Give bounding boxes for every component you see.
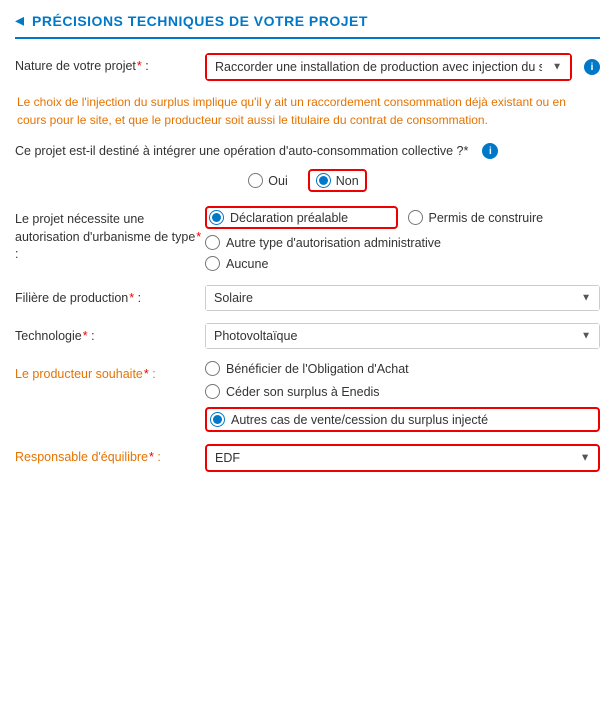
responsable-select[interactable]: EDF <box>207 446 598 470</box>
urbanisme-field: Déclaration préalable Permis de construi… <box>205 206 600 271</box>
technologie-select[interactable]: Photovoltaïque <box>206 324 599 348</box>
nature-select-wrapper: Raccorder une installation de production… <box>205 53 572 81</box>
autoconsommation-row: Ce projet est-il destiné à intégrer une … <box>15 143 600 159</box>
responsable-field: EDF ▼ <box>205 444 600 472</box>
responsable-row: Responsable d'équilibre* : EDF ▼ <box>15 444 600 472</box>
producteur-options: Bénéficier de l'Obligation d'Achat Céder… <box>205 361 600 432</box>
producteur-obligation-radio[interactable] <box>205 361 220 376</box>
filiere-select-wrapper: Solaire <box>205 285 600 311</box>
producteur-autres-radio[interactable] <box>210 412 225 427</box>
producteur-surplus-enedis-radio[interactable] <box>205 384 220 399</box>
urbanisme-declaration[interactable]: Déclaration préalable <box>205 206 398 229</box>
urbanisme-declaration-radio[interactable] <box>209 210 224 225</box>
urbanisme-permis-radio[interactable] <box>408 210 423 225</box>
filiere-row: Filière de production* : Solaire <box>15 285 600 311</box>
producteur-field: Bénéficier de l'Obligation d'Achat Céder… <box>205 361 600 432</box>
urbanisme-options: Déclaration préalable Permis de construi… <box>205 206 600 271</box>
warning-text: Le choix de l'injection du surplus impli… <box>15 93 600 129</box>
urbanisme-autre-radio[interactable] <box>205 235 220 250</box>
filiere-select[interactable]: Solaire <box>206 286 599 310</box>
nature-info-icon[interactable]: i <box>584 59 600 75</box>
producteur-autres[interactable]: Autres cas de vente/cession du surplus i… <box>205 407 600 432</box>
autoconsommation-oui[interactable]: Oui <box>248 173 287 188</box>
autoconsommation-oui-radio[interactable] <box>248 173 263 188</box>
nature-select[interactable]: Raccorder une installation de production… <box>207 55 570 79</box>
producteur-label: Le producteur souhaite* : <box>15 361 205 384</box>
urbanisme-autre[interactable]: Autre type d'autorisation administrative <box>205 235 600 250</box>
producteur-surplus-enedis[interactable]: Céder son surplus à Enedis <box>205 384 600 399</box>
technologie-row: Technologie* : Photovoltaïque <box>15 323 600 349</box>
page-header: ◂ PRÉCISIONS TECHNIQUES DE VOTRE PROJET <box>15 10 600 39</box>
urbanisme-label: Le projet nécessite une autorisation d'u… <box>15 206 205 264</box>
autoconsommation-non-radio[interactable] <box>316 173 331 188</box>
producteur-obligation[interactable]: Bénéficier de l'Obligation d'Achat <box>205 361 600 376</box>
filiere-label: Filière de production* : <box>15 285 205 308</box>
nature-row: Nature de votre projet* : Raccorder une … <box>15 53 600 81</box>
urbanisme-aucune-radio[interactable] <box>205 256 220 271</box>
nature-label: Nature de votre projet* : <box>15 53 205 76</box>
urbanisme-row: Le projet nécessite une autorisation d'u… <box>15 206 600 271</box>
responsable-select-inner: EDF ▼ <box>207 446 598 470</box>
autoconsommation-options: Oui Non <box>15 169 600 192</box>
autoconsommation-info-icon[interactable]: i <box>482 143 498 159</box>
nature-select-inner: Raccorder une installation de production… <box>207 55 570 79</box>
responsable-select-wrapper: EDF ▼ <box>205 444 600 472</box>
autoconsommation-question: Ce projet est-il destiné à intégrer une … <box>15 144 468 158</box>
producteur-row: Le producteur souhaite* : Bénéficier de … <box>15 361 600 432</box>
nature-field: Raccorder une installation de production… <box>205 53 600 81</box>
technologie-select-wrapper: Photovoltaïque <box>205 323 600 349</box>
page-title: PRÉCISIONS TECHNIQUES DE VOTRE PROJET <box>32 13 368 29</box>
autoconsommation-non[interactable]: Non <box>308 169 367 192</box>
filiere-field: Solaire <box>205 285 600 311</box>
urbanisme-aucune[interactable]: Aucune <box>205 256 398 271</box>
technologie-label: Technologie* : <box>15 323 205 346</box>
responsable-label: Responsable d'équilibre* : <box>15 444 205 467</box>
section-icon: ◂ <box>15 10 24 31</box>
urbanisme-permis[interactable]: Permis de construire <box>408 206 601 229</box>
technologie-field: Photovoltaïque <box>205 323 600 349</box>
